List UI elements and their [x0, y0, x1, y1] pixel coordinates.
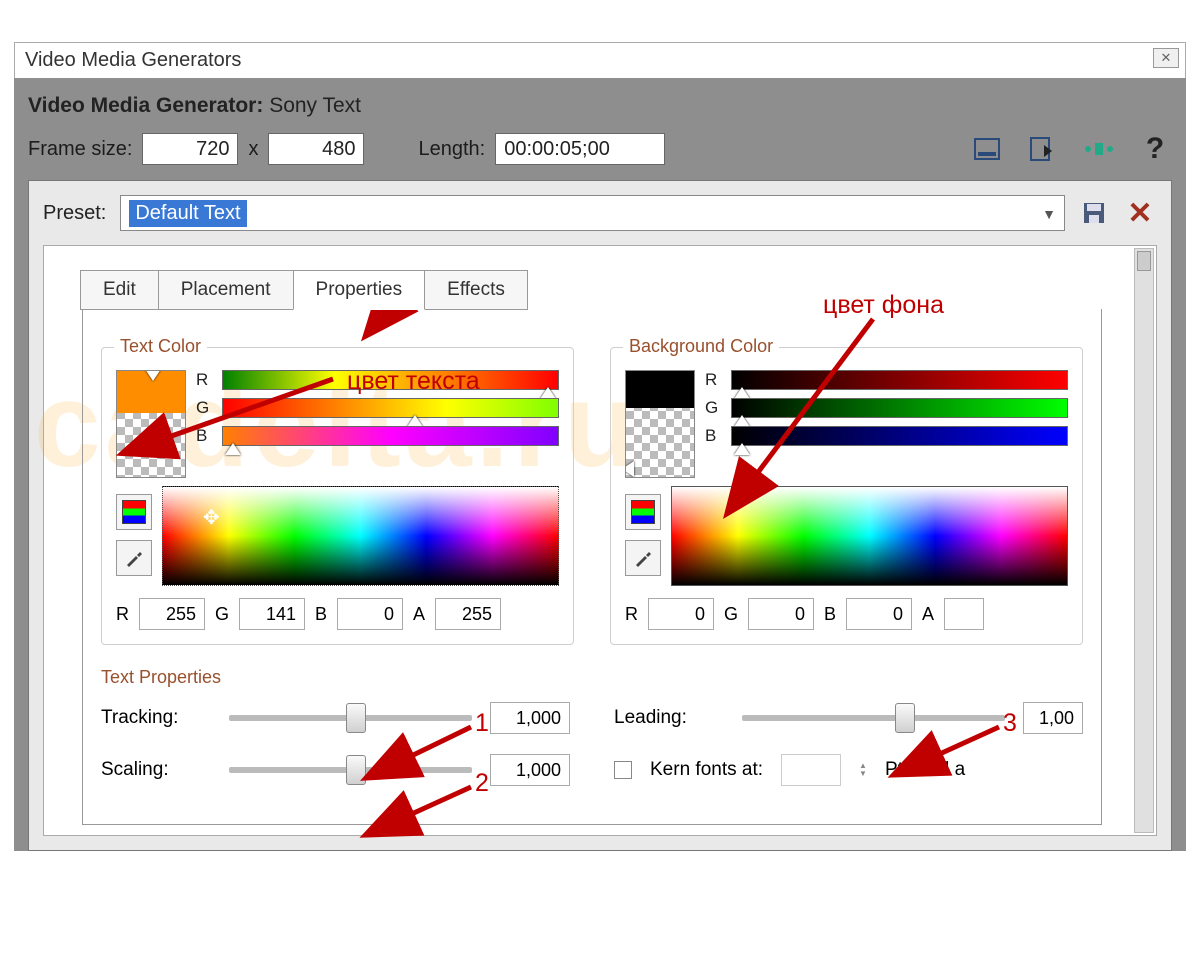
- bg-r-slider[interactable]: [731, 370, 1068, 390]
- length-label: Length:: [418, 138, 485, 161]
- frame-size-label: Frame size:: [28, 138, 132, 161]
- bg-color-picker-button[interactable]: [625, 494, 661, 530]
- tracking-slider[interactable]: [229, 715, 472, 721]
- preset-value: Default Text: [129, 200, 246, 227]
- help-icon[interactable]: ?: [1138, 132, 1172, 166]
- bg-b-input[interactable]: [846, 598, 912, 630]
- tracking-label: Tracking:: [101, 707, 211, 729]
- text-spectrum[interactable]: ✥: [162, 486, 559, 586]
- bg-color-group: Background Color R: [610, 347, 1083, 645]
- kern-label: Kern fonts at:: [650, 759, 763, 781]
- keyframe-icon[interactable]: [1082, 132, 1116, 166]
- vertical-scrollbar[interactable]: [1134, 248, 1154, 833]
- color-picker-button[interactable]: [116, 494, 152, 530]
- media-fx-icon[interactable]: [970, 132, 1004, 166]
- text-props-title: Text Properties: [101, 667, 1083, 688]
- text-b-slider[interactable]: [222, 426, 559, 446]
- scaling-slider[interactable]: [229, 767, 472, 773]
- frame-width-input[interactable]: [142, 133, 238, 165]
- text-g-input[interactable]: [239, 598, 305, 630]
- frame-sep: x: [248, 138, 258, 161]
- bg-r-input[interactable]: [648, 598, 714, 630]
- tab-effects[interactable]: Effects: [424, 270, 528, 310]
- tab-properties[interactable]: Properties: [293, 270, 426, 310]
- close-button[interactable]: ✕: [1153, 48, 1179, 68]
- text-color-group: Text Color R: [101, 347, 574, 645]
- plugin-header: Video Media Generator: Sony Text: [14, 88, 1186, 128]
- leading-slider[interactable]: [742, 715, 1005, 721]
- text-r-input[interactable]: [139, 598, 205, 630]
- preset-dropdown[interactable]: Default Text ▼: [120, 195, 1065, 231]
- bg-b-slider[interactable]: [731, 426, 1068, 446]
- bg-a-input[interactable]: [944, 598, 984, 630]
- text-b-input[interactable]: [337, 598, 403, 630]
- save-preset-button[interactable]: [1079, 196, 1109, 230]
- kern-value[interactable]: [781, 754, 841, 786]
- bg-color-title: Background Color: [623, 336, 779, 357]
- kern-units: Pts and a: [885, 759, 965, 781]
- chevron-down-icon: ▼: [1042, 206, 1056, 222]
- kern-checkbox[interactable]: [614, 761, 632, 779]
- text-g-slider[interactable]: [222, 398, 559, 418]
- window-titlebar: Video Media Generators ✕: [14, 42, 1186, 78]
- bg-eyedropper-button[interactable]: [625, 540, 661, 576]
- tab-placement[interactable]: Placement: [158, 270, 294, 310]
- text-color-swatch[interactable]: [116, 370, 186, 478]
- bg-g-slider[interactable]: [731, 398, 1068, 418]
- bg-color-swatch[interactable]: [625, 370, 695, 478]
- text-r-slider[interactable]: [222, 370, 559, 390]
- preset-label: Preset:: [43, 202, 106, 225]
- replace-icon[interactable]: [1026, 132, 1060, 166]
- leading-label: Leading:: [614, 707, 724, 729]
- tracking-value[interactable]: [490, 702, 570, 734]
- text-a-input[interactable]: [435, 598, 501, 630]
- frame-height-input[interactable]: [268, 133, 364, 165]
- scaling-value[interactable]: [490, 754, 570, 786]
- text-properties-group: Text Properties Tracking: Sca: [101, 667, 1083, 806]
- tab-edit[interactable]: Edit: [80, 270, 159, 310]
- length-input[interactable]: [495, 133, 665, 165]
- kern-spinner[interactable]: ▲▼: [859, 762, 867, 778]
- eyedropper-button[interactable]: [116, 540, 152, 576]
- delete-preset-button[interactable]: ✕: [1123, 196, 1157, 230]
- bg-g-input[interactable]: [748, 598, 814, 630]
- scaling-label: Scaling:: [101, 759, 211, 781]
- text-color-title: Text Color: [114, 336, 207, 357]
- bg-spectrum[interactable]: [671, 486, 1068, 586]
- window-title: Video Media Generators: [25, 49, 241, 72]
- leading-value[interactable]: [1023, 702, 1083, 734]
